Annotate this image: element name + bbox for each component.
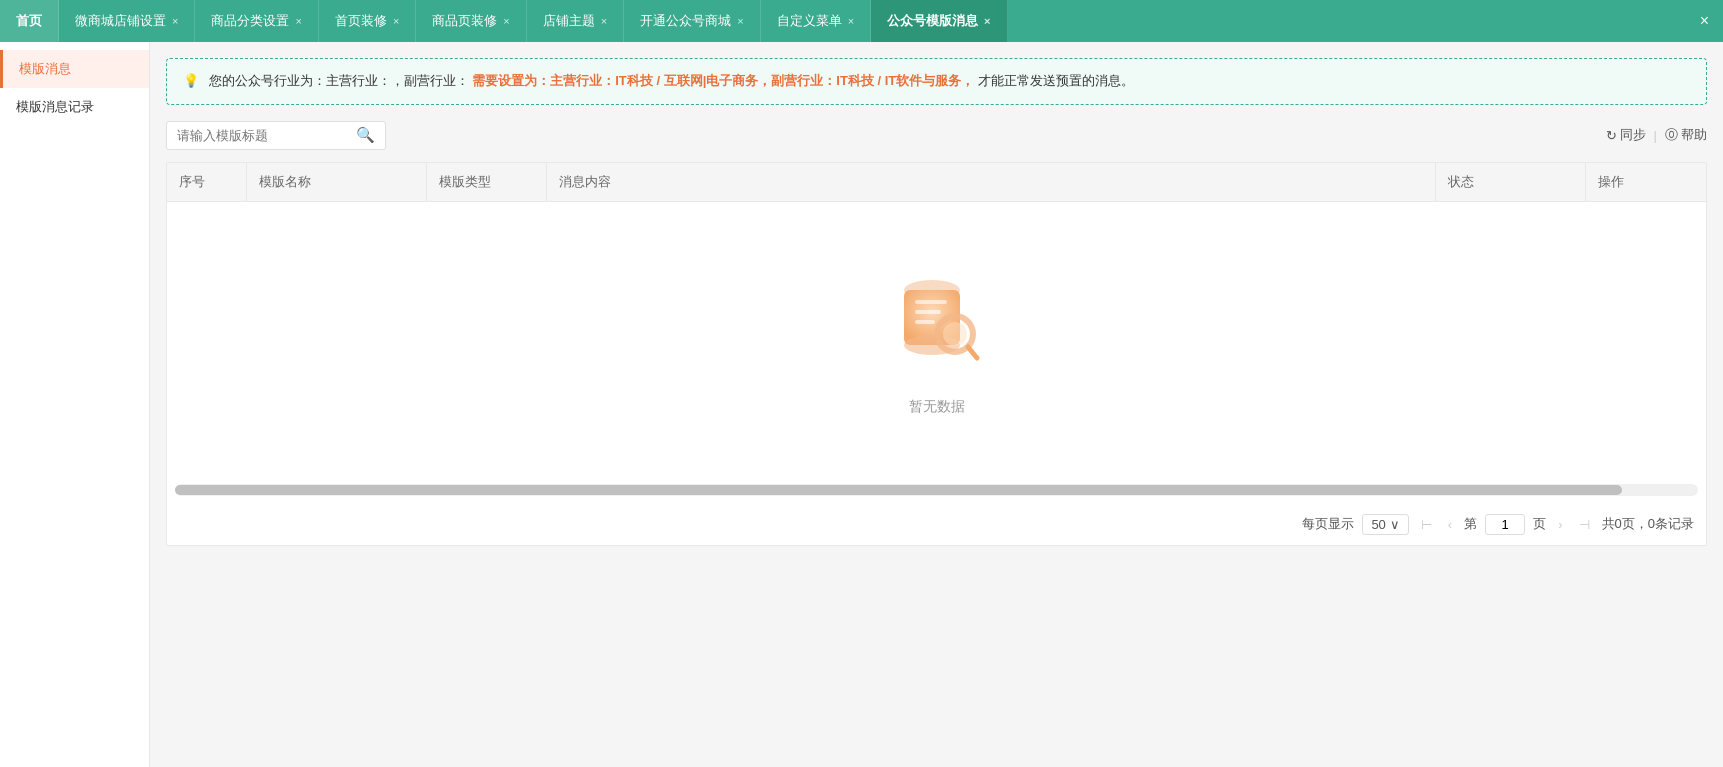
- nav-tab-shop-theme[interactable]: 店铺主题 ×: [527, 0, 624, 42]
- empty-text: 暂无数据: [909, 398, 965, 416]
- nav-tab-shop-settings[interactable]: 微商城店铺设置 ×: [59, 0, 195, 42]
- close-all-button[interactable]: ×: [1686, 0, 1723, 42]
- search-left: 🔍: [166, 121, 375, 150]
- nav-tab-template-msg[interactable]: 公众号模版消息 ×: [871, 0, 1007, 42]
- nav-tab-open-mall[interactable]: 开通公众号商城 ×: [624, 0, 760, 42]
- nav-tab-close-home-decor[interactable]: ×: [393, 15, 399, 27]
- nav-tab-home-decor[interactable]: 首页装修 ×: [319, 0, 416, 42]
- table-col-status: 状态: [1436, 163, 1586, 201]
- search-input[interactable]: [166, 121, 386, 150]
- sidebar-item-template-msg[interactable]: 模版消息: [0, 50, 149, 88]
- per-page-label: 每页显示: [1302, 515, 1354, 533]
- search-icon: 🔍: [356, 126, 375, 143]
- svg-rect-3: [915, 300, 947, 304]
- per-page-value: 50: [1371, 517, 1385, 532]
- empty-state: 暂无数据: [167, 202, 1706, 476]
- notice-text-suffix: 才能正常发送预置的消息。: [978, 73, 1134, 88]
- nav-tab-custom-menu[interactable]: 自定义菜单 ×: [761, 0, 871, 42]
- nav-tab-close-product-decor[interactable]: ×: [503, 15, 509, 27]
- scrollbar-area[interactable]: [167, 484, 1706, 496]
- nav-tab-category-settings[interactable]: 商品分类设置 ×: [195, 0, 318, 42]
- first-page-button[interactable]: ⊢: [1417, 515, 1436, 534]
- table-col-type: 模版类型: [427, 163, 547, 201]
- sync-button[interactable]: ↻ 同步: [1606, 126, 1646, 144]
- divider: |: [1654, 128, 1657, 143]
- svg-point-7: [943, 322, 967, 346]
- nav-tab-label-product-decor: 商品页装修: [432, 12, 497, 30]
- table-col-content: 消息内容: [547, 163, 1436, 201]
- notice-box: 💡 您的公众号行业为：主营行业：，副营行业： 需要设置为：主营行业：IT科技 /…: [166, 58, 1707, 105]
- sync-icon: ↻: [1606, 128, 1617, 143]
- table-header: 序号模版名称模版类型消息内容状态操作: [167, 163, 1706, 202]
- table-col-action: 操作: [1586, 163, 1706, 201]
- nav-tab-close-custom-menu[interactable]: ×: [848, 15, 854, 27]
- pagination: 每页显示 50 ∨ ⊢ ‹ 第 页 › ⊣ 共0页，0条记录: [167, 504, 1706, 545]
- per-page-select[interactable]: 50 ∨: [1362, 514, 1408, 535]
- table-col-index: 序号: [167, 163, 247, 201]
- next-page-button[interactable]: ›: [1554, 515, 1566, 534]
- sync-label: 同步: [1620, 126, 1646, 144]
- main-layout: 模版消息模版消息记录 💡 您的公众号行业为：主营行业：，副营行业： 需要设置为：…: [0, 42, 1723, 767]
- nav-tab-label-template-msg: 公众号模版消息: [887, 12, 978, 30]
- nav-tab-home[interactable]: 首页: [0, 0, 59, 42]
- svg-rect-4: [915, 310, 941, 314]
- svg-rect-5: [915, 320, 935, 324]
- nav-tab-label-shop-theme: 店铺主题: [543, 12, 595, 30]
- help-button[interactable]: ⓪ 帮助: [1665, 126, 1707, 144]
- page-unit: 页: [1533, 515, 1546, 533]
- nav-tab-label-shop-settings: 微商城店铺设置: [75, 12, 166, 30]
- nav-tab-label-home-decor: 首页装修: [335, 12, 387, 30]
- page-total: 共0页，0条记录: [1602, 515, 1694, 533]
- nav-tab-label-home: 首页: [16, 12, 42, 30]
- table-col-name: 模版名称: [247, 163, 427, 201]
- sidebar: 模版消息模版消息记录: [0, 42, 150, 767]
- per-page-chevron: ∨: [1390, 517, 1400, 532]
- nav-tab-label-category-settings: 商品分类设置: [211, 12, 289, 30]
- search-right: ↻ 同步 | ⓪ 帮助: [1606, 126, 1707, 144]
- nav-tab-close-shop-theme[interactable]: ×: [601, 15, 607, 27]
- nav-tab-close-category-settings[interactable]: ×: [295, 15, 301, 27]
- last-page-button[interactable]: ⊣: [1575, 515, 1594, 534]
- search-bar: 🔍 ↻ 同步 | ⓪ 帮助: [166, 121, 1707, 150]
- nav-tab-product-decor[interactable]: 商品页装修 ×: [416, 0, 526, 42]
- search-button[interactable]: 🔍: [356, 126, 375, 144]
- help-label: 帮助: [1681, 126, 1707, 144]
- top-nav: 首页微商城店铺设置×商品分类设置×首页装修×商品页装修×店铺主题×开通公众号商城…: [0, 0, 1723, 42]
- notice-highlight: 需要设置为：主营行业：IT科技 / 互联网|电子商务，副营行业：IT科技 / I…: [472, 73, 974, 88]
- main-content: 💡 您的公众号行业为：主营行业：，副营行业： 需要设置为：主营行业：IT科技 /…: [150, 42, 1723, 767]
- nav-tab-close-shop-settings[interactable]: ×: [172, 15, 178, 27]
- data-table: 序号模版名称模版类型消息内容状态操作: [166, 162, 1707, 546]
- page-label: 第: [1464, 515, 1477, 533]
- svg-line-8: [968, 347, 977, 358]
- nav-tab-label-open-mall: 开通公众号商城: [640, 12, 731, 30]
- prev-page-button[interactable]: ‹: [1444, 515, 1456, 534]
- sidebar-item-template-msg-record[interactable]: 模版消息记录: [0, 88, 149, 126]
- nav-tab-close-open-mall[interactable]: ×: [737, 15, 743, 27]
- page-input[interactable]: [1485, 514, 1525, 535]
- help-icon: ⓪: [1665, 126, 1678, 144]
- nav-tab-label-custom-menu: 自定义菜单: [777, 12, 842, 30]
- nav-tab-close-template-msg[interactable]: ×: [984, 15, 990, 27]
- notice-icon: 💡: [183, 73, 199, 88]
- notice-text-prefix: 您的公众号行业为：主营行业：，副营行业：: [209, 73, 469, 88]
- empty-icon: [877, 262, 997, 382]
